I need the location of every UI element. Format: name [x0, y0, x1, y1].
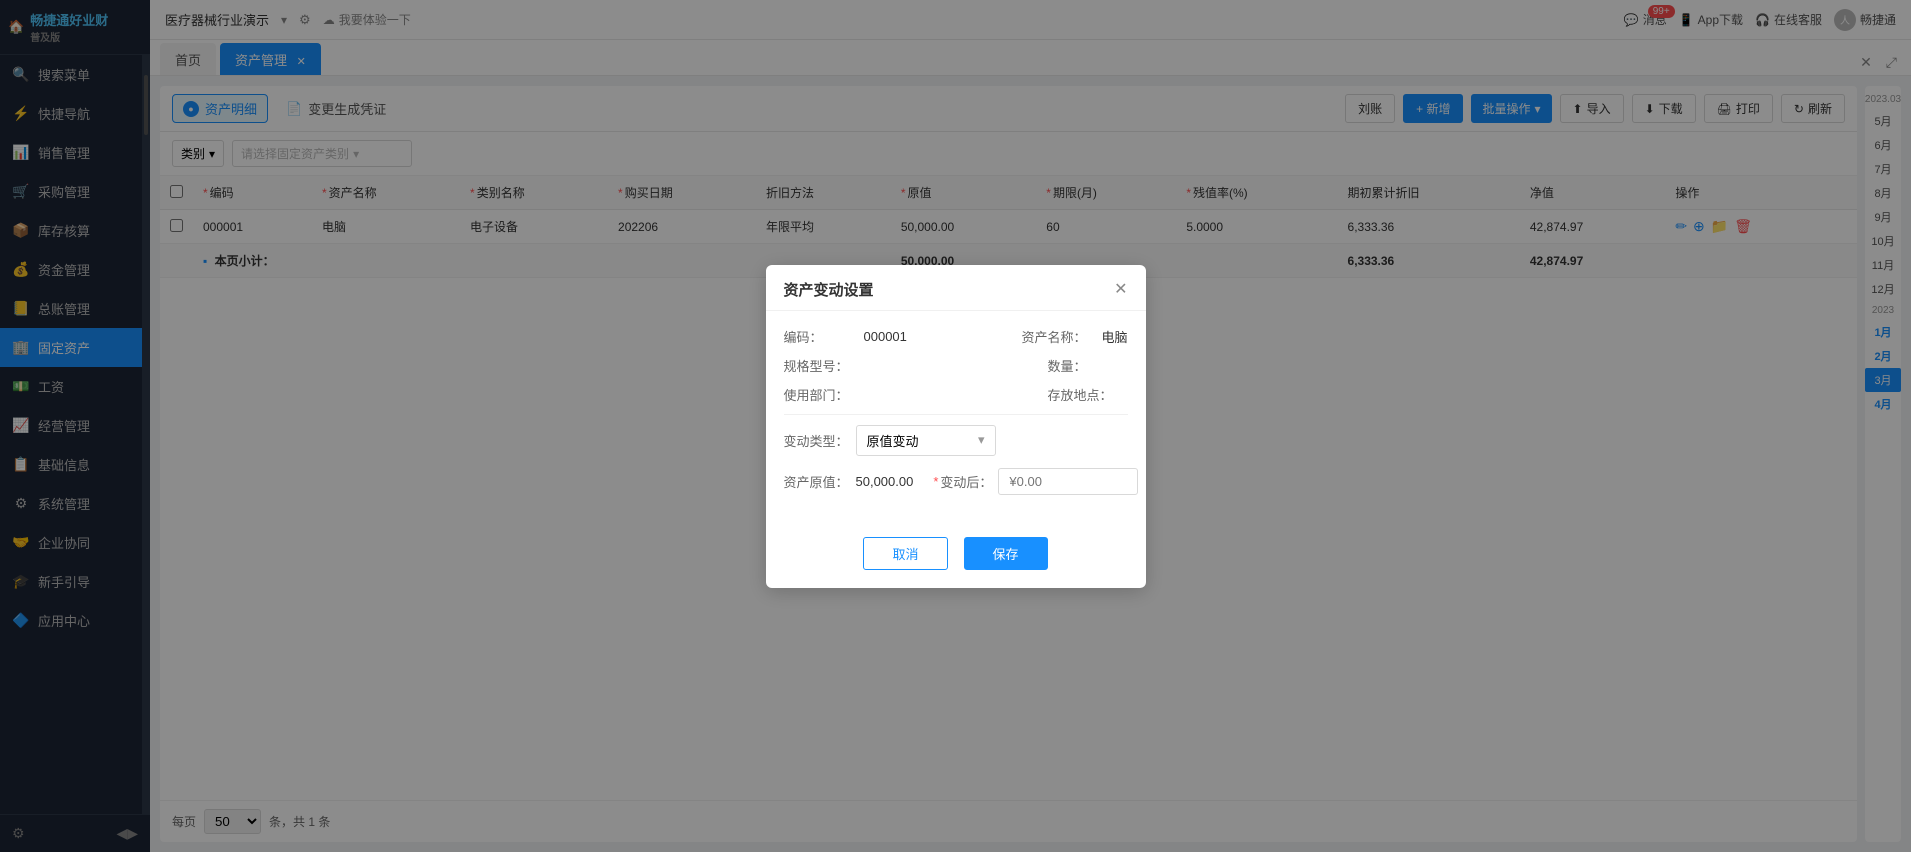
modal-asset-name-value: 电脑 — [1101, 327, 1127, 346]
modal-title: 资产变动设置 — [784, 279, 874, 300]
modal-original-value: 50,000.00 — [856, 474, 914, 489]
modal-required-mark: * — [933, 474, 938, 489]
modal-row-values: 资产原值： 50,000.00 * 变动后： — [784, 468, 1128, 495]
modal-asset-name-label: 资产名称： — [1021, 327, 1093, 346]
modal-row-code-name: 编码： 000001 资产名称： 电脑 — [784, 327, 1128, 346]
modal-after-change-label: 变动后： — [940, 472, 992, 491]
modal-dept-label: 使用部门： — [784, 385, 856, 404]
modal-location-label: 存放地点： — [1048, 385, 1120, 404]
modal-footer: 取消 保存 — [766, 527, 1146, 588]
modal-quantity-label: 数量： — [1048, 356, 1120, 375]
modal-change-type-label: 变动类型： — [784, 431, 856, 450]
modal-header: 资产变动设置 ✕ — [766, 265, 1146, 311]
modal-code-label: 编码： — [784, 327, 856, 346]
save-button[interactable]: 保存 — [964, 537, 1048, 570]
modal-divider — [784, 414, 1128, 415]
modal-spec-label: 规格型号： — [784, 356, 856, 375]
change-type-dropdown-icon: ▾ — [978, 432, 985, 448]
modal-row-change-type: 变动类型： 原值变动 ▾ — [784, 425, 1128, 456]
modal-row-spec-quantity: 规格型号： 数量： — [784, 356, 1128, 375]
modal-change-type-value: 原值变动 — [867, 431, 919, 450]
asset-change-modal: 资产变动设置 ✕ 编码： 000001 资产名称： 电脑 规格型号： 数量： — [766, 265, 1146, 588]
modal-overlay: 资产变动设置 ✕ 编码： 000001 资产名称： 电脑 规格型号： 数量： — [0, 0, 1911, 852]
modal-body: 编码： 000001 资产名称： 电脑 规格型号： 数量： 使用部门： 存放地点… — [766, 311, 1146, 527]
cancel-button[interactable]: 取消 — [863, 537, 947, 570]
modal-change-type-select[interactable]: 原值变动 ▾ — [856, 425, 996, 456]
modal-original-value-label: 资产原值： — [784, 472, 856, 491]
after-change-input[interactable] — [998, 468, 1138, 495]
modal-code-value: 000001 — [864, 329, 907, 344]
modal-row-dept-location: 使用部门： 存放地点： — [784, 385, 1128, 404]
modal-close-icon[interactable]: ✕ — [1114, 279, 1127, 299]
